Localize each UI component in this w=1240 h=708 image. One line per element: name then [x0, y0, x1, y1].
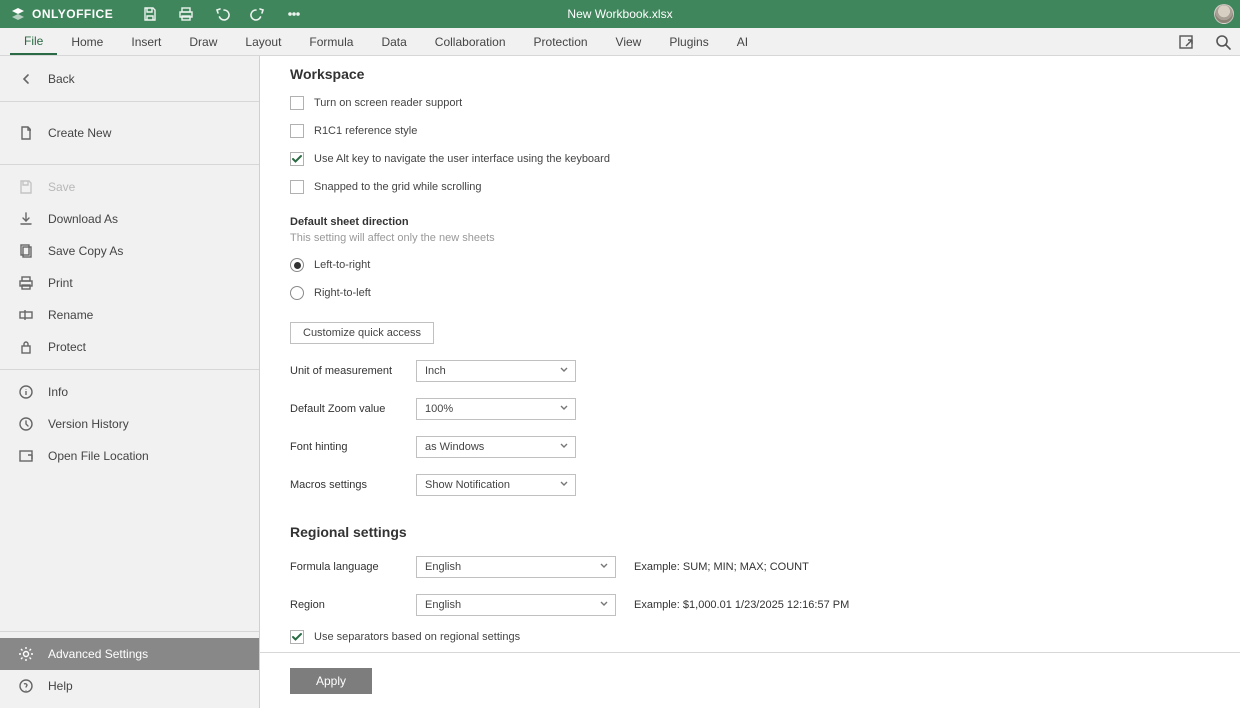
sidebar-item-help[interactable]: Help — [0, 670, 259, 702]
save-icon — [18, 179, 34, 195]
search-icon[interactable] — [1212, 31, 1234, 53]
help-icon — [18, 678, 34, 694]
select-unit[interactable]: Inch — [416, 360, 576, 382]
sidebar-item-save: Save — [0, 171, 259, 203]
quick-save-icon[interactable] — [141, 5, 159, 23]
tab-draw[interactable]: Draw — [175, 28, 231, 55]
sidebar-item-version-history[interactable]: Version History — [0, 408, 259, 440]
chevron-down-icon — [559, 365, 569, 378]
region-example: Example: $1,000.01 1/23/2025 12:16:57 PM — [634, 599, 849, 611]
print-icon — [18, 275, 34, 291]
tab-layout[interactable]: Layout — [231, 28, 295, 55]
tab-insert[interactable]: Insert — [117, 28, 175, 55]
more-icon[interactable] — [285, 5, 303, 23]
select-formula-language[interactable]: English — [416, 556, 616, 578]
select-zoom[interactable]: 100% — [416, 398, 576, 420]
brand-label: ONLYOFFICE — [32, 7, 113, 21]
chevron-left-icon — [18, 71, 34, 87]
back-button[interactable]: Back — [0, 56, 259, 102]
history-icon — [18, 416, 34, 432]
checkbox-snap-grid[interactable] — [290, 180, 304, 194]
chevron-down-icon — [599, 561, 609, 574]
info-icon — [18, 384, 34, 400]
back-label: Back — [48, 72, 75, 86]
checkbox-r1c1[interactable] — [290, 124, 304, 138]
sidebar-item-protect[interactable]: Protect — [0, 331, 259, 363]
sidebar-item-advanced-settings[interactable]: Advanced Settings — [0, 638, 259, 670]
chevron-down-icon — [599, 599, 609, 612]
checkbox-alt-navigate[interactable] — [290, 152, 304, 166]
checkbox-use-separators[interactable] — [290, 630, 304, 644]
select-macros[interactable]: Show Notification — [416, 474, 576, 496]
sidebar-item-info[interactable]: Info — [0, 376, 259, 408]
tab-ai[interactable]: AI — [723, 28, 762, 55]
customize-quick-access-button[interactable]: Customize quick access — [290, 322, 434, 344]
tab-view[interactable]: View — [602, 28, 656, 55]
lock-icon — [18, 339, 34, 355]
sidebar-item-download-as[interactable]: Download As — [0, 203, 259, 235]
sidebar-item-rename[interactable]: Rename — [0, 299, 259, 331]
app-logo-icon — [10, 6, 26, 22]
settings-scroll[interactable]: Workspace Turn on screen reader support … — [260, 56, 1240, 652]
gear-icon — [18, 646, 34, 662]
direction-title: Default sheet direction — [290, 216, 1240, 228]
chevron-down-icon — [559, 403, 569, 416]
chevron-down-icon — [559, 441, 569, 454]
sidebar-item-create-new[interactable]: Create New — [0, 108, 259, 158]
tab-data[interactable]: Data — [367, 28, 420, 55]
tab-file[interactable]: File — [10, 28, 57, 55]
tab-collaboration[interactable]: Collaboration — [421, 28, 520, 55]
redo-icon[interactable] — [249, 5, 267, 23]
apply-button[interactable]: Apply — [290, 668, 372, 694]
tab-plugins[interactable]: Plugins — [655, 28, 722, 55]
download-icon — [18, 211, 34, 227]
chevron-down-icon — [559, 479, 569, 492]
brand: ONLYOFFICE — [10, 6, 113, 22]
tab-home[interactable]: Home — [57, 28, 117, 55]
select-font-hinting[interactable]: as Windows — [416, 436, 576, 458]
rename-icon — [18, 307, 34, 323]
undo-icon[interactable] — [213, 5, 231, 23]
tab-protection[interactable]: Protection — [520, 28, 602, 55]
sidebar-item-save-copy-as[interactable]: Save Copy As — [0, 235, 259, 267]
open-folder-icon — [18, 448, 34, 464]
regional-title: Regional settings — [290, 524, 1240, 540]
formula-example: Example: SUM; MIN; MAX; COUNT — [634, 561, 809, 573]
radio-rtl[interactable] — [290, 286, 304, 300]
tab-formula[interactable]: Formula — [295, 28, 367, 55]
open-location-icon[interactable] — [1176, 31, 1198, 53]
workspace-title: Workspace — [290, 66, 1240, 82]
avatar[interactable] — [1214, 4, 1234, 24]
quick-print-icon[interactable] — [177, 5, 195, 23]
sidebar-item-open-location[interactable]: Open File Location — [0, 440, 259, 472]
file-plus-icon — [18, 125, 34, 141]
document-title: New Workbook.xlsx — [567, 7, 672, 21]
checkbox-screen-reader[interactable] — [290, 96, 304, 110]
radio-ltr[interactable] — [290, 258, 304, 272]
sidebar-item-print[interactable]: Print — [0, 267, 259, 299]
select-region[interactable]: English — [416, 594, 616, 616]
copy-icon — [18, 243, 34, 259]
direction-note: This setting will affect only the new sh… — [290, 232, 1240, 244]
